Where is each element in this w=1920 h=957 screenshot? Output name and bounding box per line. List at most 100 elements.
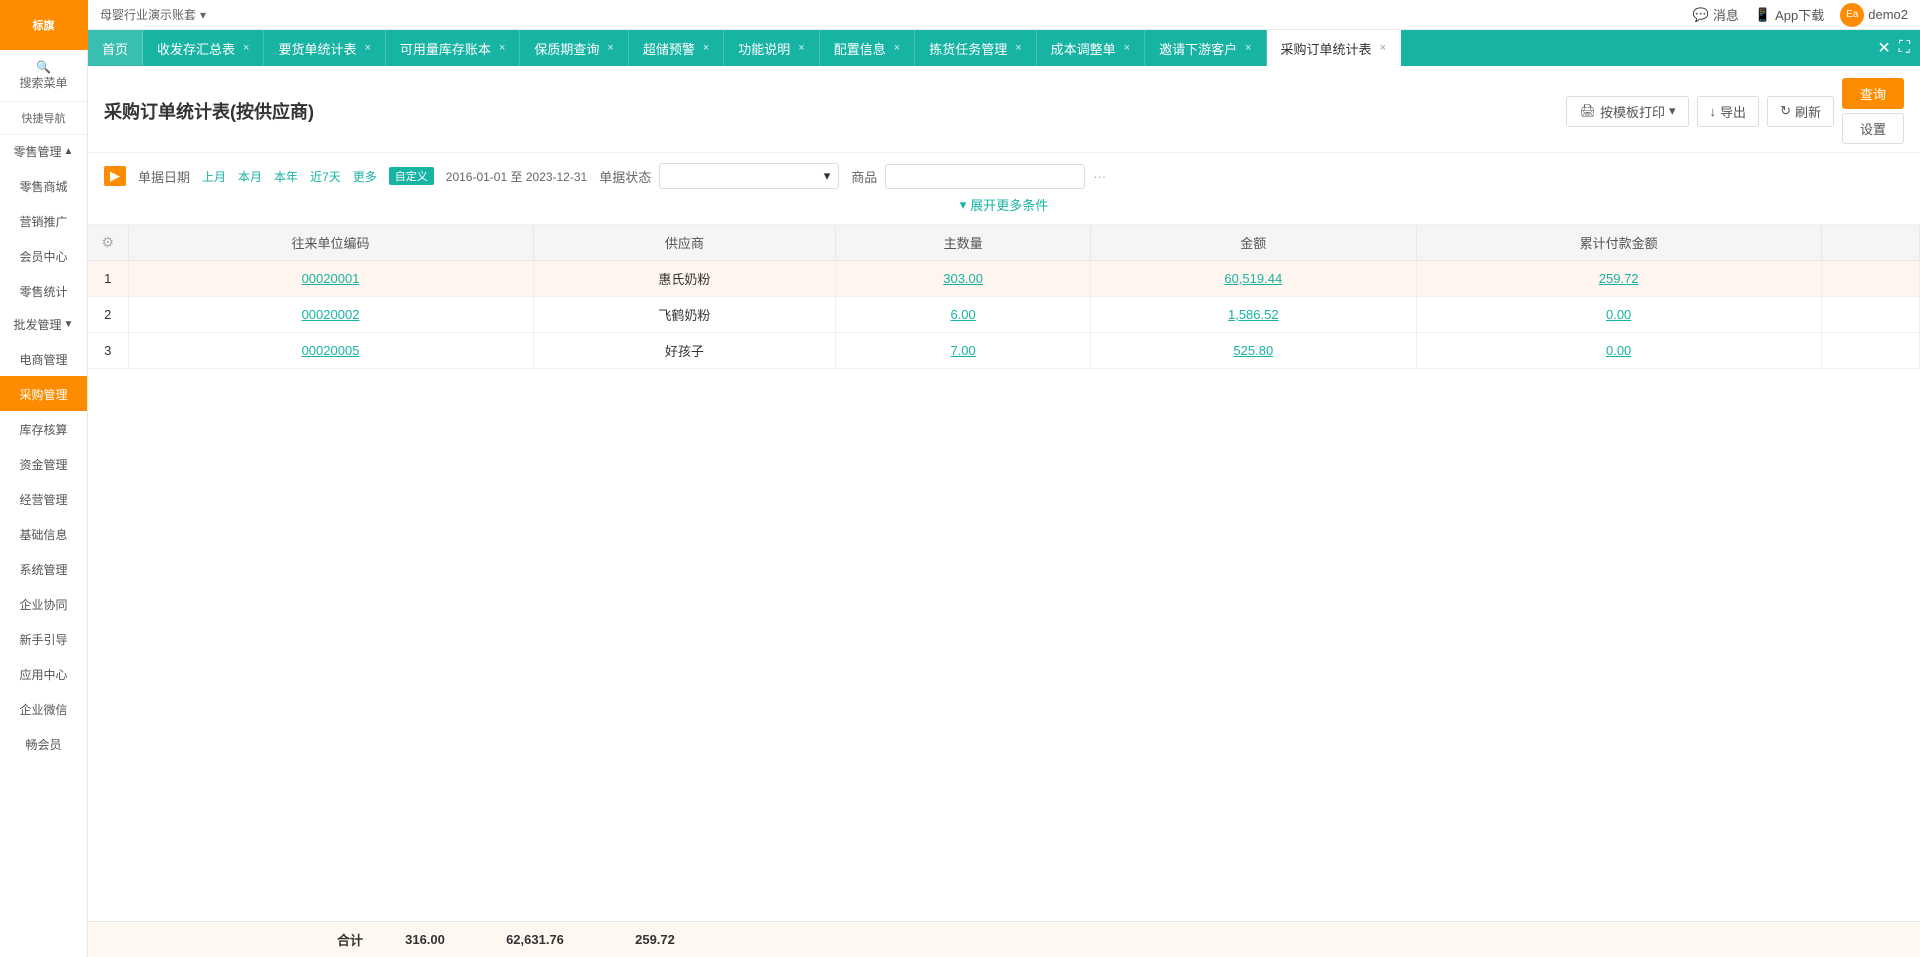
sidebar-item-system[interactable]: 系统管理 [0, 551, 87, 586]
settings-button[interactable]: 设置 [1842, 113, 1904, 144]
tab-close-icon[interactable]: × [703, 42, 709, 54]
td-paid[interactable]: 0.00 [1416, 297, 1821, 333]
tab-close-icon[interactable]: × [894, 42, 900, 54]
td-paid[interactable]: 0.00 [1416, 333, 1821, 369]
sidebar-item-retail-mall[interactable]: 零售商城 [0, 168, 87, 203]
shortcut-this-month[interactable]: 本月 [234, 166, 266, 187]
sidebar-item-member-center[interactable]: 会员中心 [0, 238, 87, 273]
tab-close-icon[interactable]: × [364, 42, 370, 54]
refresh-button[interactable]: ↻ 刷新 [1767, 96, 1834, 127]
tab-close-icon[interactable]: × [243, 42, 249, 54]
shortcut-this-year[interactable]: 本年 [270, 166, 302, 187]
tab-config[interactable]: 配置信息 × [820, 30, 915, 66]
print-button[interactable]: 🖨 按模板打印 ▾ [1566, 96, 1688, 127]
sidebar-item-retail-stats[interactable]: 零售统计 [0, 273, 87, 308]
date-shortcuts: 上月 本月 本年 近7天 更多 [198, 166, 381, 187]
sidebar-item-basic-info[interactable]: 基础信息 [0, 516, 87, 551]
dropdown-icon: ▾ [1669, 103, 1676, 119]
sidebar-item-marketing[interactable]: 营销推广 [0, 203, 87, 238]
shortcut-7-days[interactable]: 近7天 [306, 166, 345, 187]
message-button[interactable]: 💬 消息 [1693, 5, 1739, 24]
quick-nav-label[interactable]: 快捷导航 [0, 102, 87, 134]
tab-label: 收发存汇总表 [157, 39, 235, 58]
tab-close-icon[interactable]: × [1124, 42, 1130, 54]
th-settings: ⚙ [88, 225, 128, 261]
tab-home[interactable]: 首页 [88, 30, 143, 66]
td-amount[interactable]: 60,519.44 [1090, 261, 1416, 297]
message-label: 消息 [1713, 5, 1739, 24]
table-row: 2 00020002 飞鹤奶粉 6.00 1,586.52 0.00 [88, 297, 1920, 333]
table-row: 3 00020005 好孩子 7.00 525.80 0.00 [88, 333, 1920, 369]
td-code[interactable]: 00020002 [128, 297, 533, 333]
query-button[interactable]: 查询 [1842, 78, 1904, 109]
goods-input[interactable] [885, 164, 1085, 189]
td-code[interactable]: 00020005 [128, 333, 533, 369]
tab-purchase-order-stats[interactable]: 采购订单统计表 × [1267, 30, 1401, 66]
sidebar-item-member[interactable]: 畅会员 [0, 726, 87, 761]
sidebar-item-wholesale-management[interactable]: 批发管理 ▼ [0, 308, 87, 341]
tab-label: 可用量库存账本 [400, 39, 491, 58]
shortcut-more[interactable]: 更多 [349, 166, 381, 187]
export-button[interactable]: ↓ 导出 [1697, 96, 1760, 127]
custom-date-tag: 自定义 [389, 167, 434, 185]
td-code[interactable]: 00020001 [128, 261, 533, 297]
sidebar-item-operations[interactable]: 经营管理 [0, 481, 87, 516]
summary-label: 合计 [100, 930, 375, 949]
tab-order-stats[interactable]: 要货单统计表 × [264, 30, 385, 66]
tab-pick-task[interactable]: 拣货任务管理 × [915, 30, 1036, 66]
filter-collapse-toggle[interactable]: ▶ [104, 166, 126, 186]
th-code: 往来单位编码 [128, 225, 533, 261]
shortcut-last-month[interactable]: 上月 [198, 166, 230, 187]
app-icon: 📱 [1755, 7, 1771, 23]
sidebar-item-inventory[interactable]: 库存核算 [0, 411, 87, 446]
sidebar-item-retail-management[interactable]: 零售管理 ▲ [0, 135, 87, 168]
page-actions: 🖨 按模板打印 ▾ ↓ 导出 ↻ 刷新 查询 设置 [1566, 78, 1904, 144]
close-tab-icon[interactable]: ✕ [1877, 38, 1890, 58]
tab-invite-customer[interactable]: 邀请下游客户 × [1145, 30, 1266, 66]
sidebar-item-app-center[interactable]: 应用中心 [0, 656, 87, 691]
sidebar-item-label: 批发管理 [14, 316, 62, 333]
td-supplier: 惠氏奶粉 [533, 261, 836, 297]
sidebar-item-enterprise-wechat[interactable]: 企业微信 [0, 691, 87, 726]
tab-close-icon[interactable]: × [499, 42, 505, 54]
tab-shelf-life[interactable]: 保质期查询 × [520, 30, 628, 66]
tab-label: 要货单统计表 [278, 39, 356, 58]
tab-overstock-warning[interactable]: 超储预警 × [629, 30, 724, 66]
tab-close-icon[interactable]: × [1380, 42, 1386, 54]
tab-stock-summary[interactable]: 收发存汇总表 × [143, 30, 264, 66]
tab-close-icon[interactable]: × [798, 42, 804, 54]
app-logo: 标旗 [0, 0, 88, 50]
expand-more-button[interactable]: ▾ 展开更多条件 [960, 195, 1049, 214]
app-download-button[interactable]: 📱 App下载 [1755, 5, 1824, 24]
goods-more-icon[interactable]: ··· [1093, 169, 1106, 184]
fullscreen-icon[interactable]: ⛶ [1899, 39, 1910, 57]
td-no: 3 [88, 333, 128, 369]
tabbar: 首页 收发存汇总表 × 要货单统计表 × 可用量库存账本 × 保质期查询 × 超… [88, 30, 1920, 66]
sidebar-search[interactable]: 🔍 搜索菜单 [0, 50, 87, 102]
td-paid[interactable]: 259.72 [1416, 261, 1821, 297]
sidebar-item-ecommerce[interactable]: 电商管理 [0, 341, 87, 376]
sidebar-item-new-guide[interactable]: 新手引导 [0, 621, 87, 656]
column-settings-icon[interactable]: ⚙ [101, 234, 114, 250]
sidebar-item-enterprise-collab[interactable]: 企业协同 [0, 586, 87, 621]
td-qty[interactable]: 7.00 [836, 333, 1091, 369]
sidebar-item-purchase-management[interactable]: 采购管理 [0, 376, 87, 411]
td-qty[interactable]: 303.00 [836, 261, 1091, 297]
tab-close-icon[interactable]: × [1245, 42, 1251, 54]
td-amount[interactable]: 1,586.52 [1090, 297, 1416, 333]
tab-feature-desc[interactable]: 功能说明 × [724, 30, 819, 66]
date-range-display: 2016-01-01 至 2023-12-31 [446, 168, 587, 185]
td-amount[interactable]: 525.80 [1090, 333, 1416, 369]
td-qty[interactable]: 6.00 [836, 297, 1091, 333]
tab-cost-adjust[interactable]: 成本调整单 × [1037, 30, 1145, 66]
tab-inventory-book[interactable]: 可用量库存账本 × [386, 30, 520, 66]
content-area: 采购订单统计表(按供应商) 🖨 按模板打印 ▾ ↓ 导出 ↻ 刷新 查询 [88, 66, 1920, 957]
sidebar-item-finance[interactable]: 资金管理 [0, 446, 87, 481]
workspace-dropdown[interactable]: 母婴行业演示账套 ▾ [100, 6, 206, 23]
dropdown-arrow: ▾ [824, 168, 831, 184]
status-select[interactable]: ▾ [659, 163, 839, 189]
tab-label: 拣货任务管理 [929, 39, 1007, 58]
tab-close-icon[interactable]: × [607, 42, 613, 54]
tab-close-icon[interactable]: × [1015, 42, 1021, 54]
user-profile[interactable]: Ea demo2 [1840, 3, 1908, 27]
